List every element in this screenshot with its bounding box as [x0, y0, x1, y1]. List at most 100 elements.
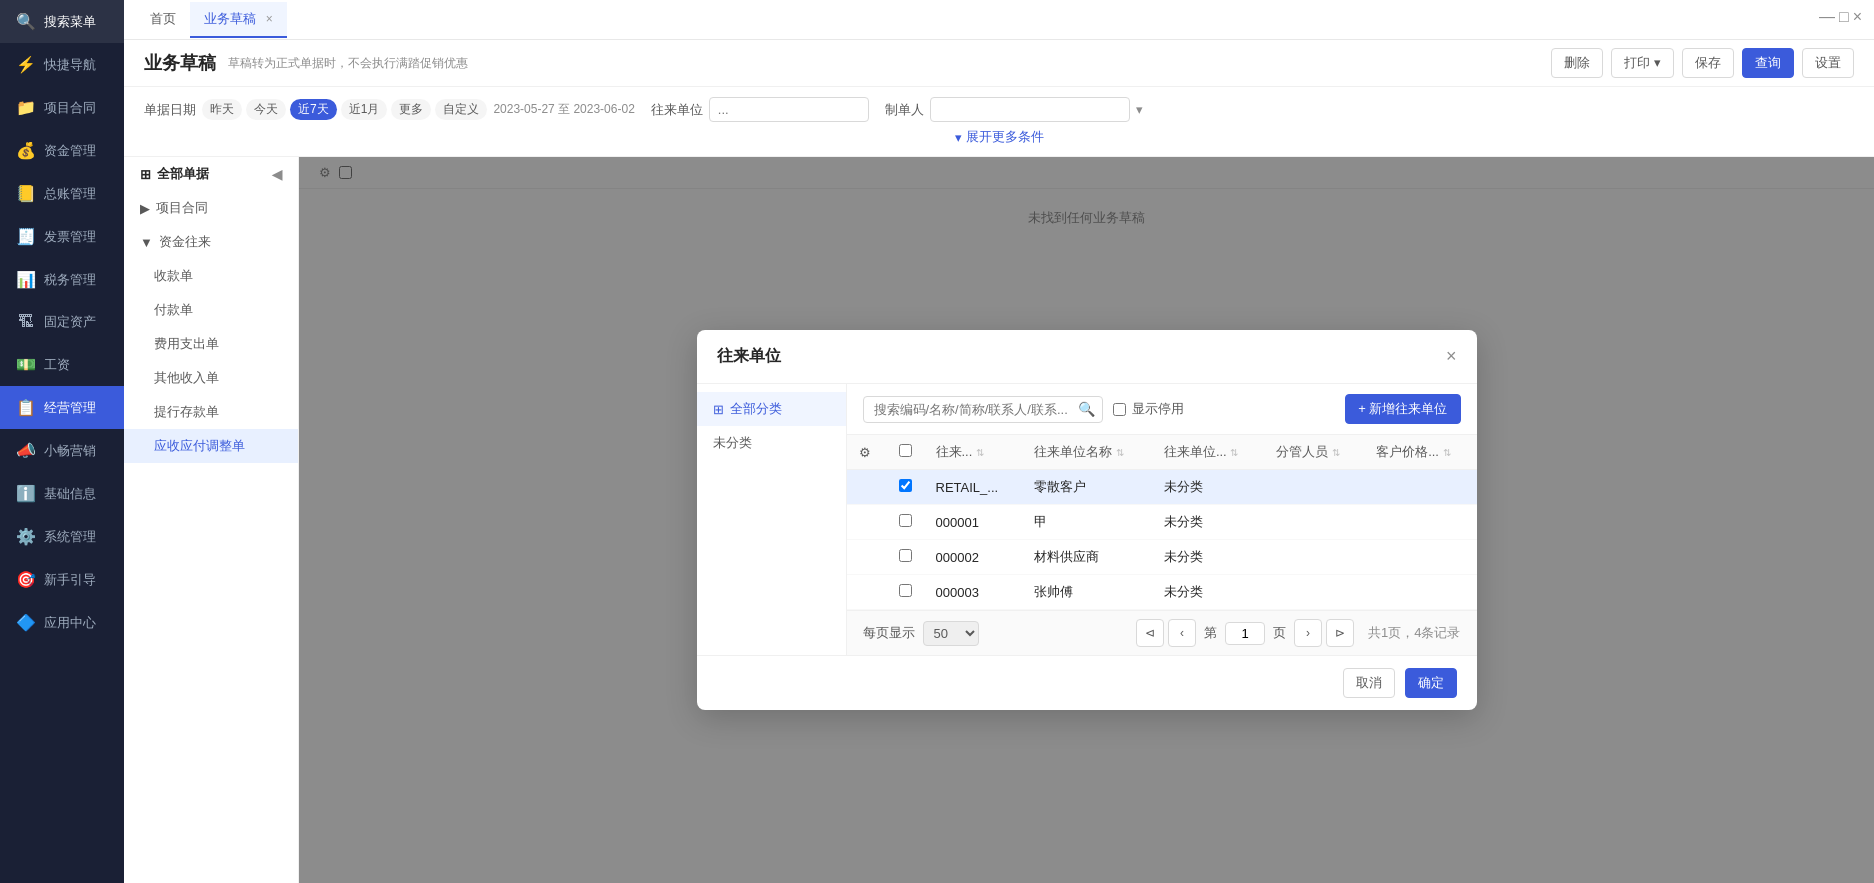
delete-button[interactable]: 删除 — [1551, 48, 1603, 78]
date-tag-1month[interactable]: 近1月 — [341, 99, 388, 120]
table-row[interactable]: 000002 材料供应商 未分类 — [847, 540, 1477, 575]
sub-sidebar-expense[interactable]: 费用支出单 — [124, 327, 298, 361]
sidebar-item-basic-info[interactable]: ℹ️ 基础信息 — [0, 472, 124, 515]
sidebar-item-salary[interactable]: 💵 工资 — [0, 343, 124, 386]
sidebar-item-search[interactable]: 🔍 搜索菜单 — [0, 0, 124, 43]
date-tag-custom[interactable]: 自定义 — [435, 99, 487, 120]
window-maximize-icon[interactable]: □ — [1839, 8, 1849, 26]
header-actions: 删除 打印 ▾ 保存 查询 设置 — [1551, 48, 1854, 78]
row-checkbox[interactable] — [899, 514, 912, 527]
sub-sidebar-bank[interactable]: 提行存款单 — [124, 395, 298, 429]
cancel-button[interactable]: 取消 — [1343, 668, 1395, 698]
sub-sidebar-receivable[interactable]: 应收应付调整单 — [124, 429, 298, 463]
row-code: 000002 — [924, 540, 1023, 575]
modal-footer: 每页显示 50 100 ⊲ ‹ 第 页 — [847, 610, 1477, 655]
date-filter: 单据日期 昨天 今天 近7天 近1月 更多 自定义 2023-05-27 至 2… — [144, 99, 635, 120]
sidebar-item-fixed-assets[interactable]: 🏗 固定资产 — [0, 301, 124, 343]
page-header: 业务草稿 草稿转为正式单据时，不会执行满踏促销优惠 删除 打印 ▾ 保存 查询 … — [124, 40, 1874, 87]
row-check-cell[interactable] — [887, 505, 924, 540]
sidebar-item-project-contract[interactable]: 📁 项目合同 — [0, 86, 124, 129]
tab-home[interactable]: 首页 — [136, 2, 190, 38]
creator-label: 制单人 — [885, 101, 924, 119]
sidebar-item-tax[interactable]: 📊 税务管理 — [0, 258, 124, 301]
company-filter: 往来单位 — [651, 97, 869, 122]
row-check-cell[interactable] — [887, 575, 924, 610]
table-row[interactable]: 000003 张帅傅 未分类 — [847, 575, 1477, 610]
sort-category-icon: ⇅ — [1230, 447, 1238, 458]
company-input[interactable] — [709, 97, 869, 122]
basic-info-icon: ℹ️ — [16, 484, 36, 503]
window-minimize-icon[interactable]: — — [1819, 8, 1835, 26]
modal-close-button[interactable]: × — [1446, 346, 1457, 367]
sub-sidebar-other-income[interactable]: 其他收入单 — [124, 361, 298, 395]
row-check-cell[interactable] — [887, 540, 924, 575]
date-filter-label: 单据日期 — [144, 101, 196, 119]
next-page-button[interactable]: › — [1294, 619, 1322, 647]
sidebar-item-fund-management[interactable]: 💰 资金管理 — [0, 129, 124, 172]
modal-title: 往来单位 — [717, 346, 781, 367]
row-price-level — [1364, 540, 1476, 575]
creator-input[interactable] — [930, 97, 1130, 122]
date-tags: 昨天 今天 近7天 近1月 更多 自定义 — [202, 99, 487, 120]
print-button[interactable]: 打印 ▾ — [1611, 48, 1674, 78]
operations-icon: 📋 — [16, 398, 36, 417]
sidebar-item-operations[interactable]: 📋 经营管理 — [0, 386, 124, 429]
last-page-button[interactable]: ⊳ — [1326, 619, 1354, 647]
row-category: 未分类 — [1152, 470, 1264, 505]
sub-sidebar-project[interactable]: ▶ 项目合同 — [124, 191, 298, 225]
sidebar-item-quick-nav[interactable]: ⚡ 快捷导航 — [0, 43, 124, 86]
confirm-button[interactable]: 确定 — [1405, 668, 1457, 698]
sidebar-item-accounts[interactable]: 📒 总账管理 — [0, 172, 124, 215]
modal-sidebar-all-categories[interactable]: ⊞ 全部分类 — [697, 392, 846, 426]
date-tag-today[interactable]: 今天 — [246, 99, 286, 120]
row-price-level — [1364, 575, 1476, 610]
row-category: 未分类 — [1152, 505, 1264, 540]
search-input[interactable] — [863, 396, 1103, 423]
sidebar-item-guide[interactable]: 🎯 新手引导 — [0, 558, 124, 601]
row-check-cell[interactable] — [887, 470, 924, 505]
main-wrap: 首页 业务草稿 × — □ × 业务草稿 草稿转为正式单据时，不会执行满踏促销优… — [124, 0, 1874, 883]
sidebar-item-xiaochang[interactable]: 📣 小畅营销 — [0, 429, 124, 472]
show-disabled-checkbox[interactable] — [1113, 403, 1126, 416]
row-icon-cell — [847, 470, 887, 505]
sub-sidebar-payments[interactable]: 付款单 — [124, 293, 298, 327]
row-checkbox[interactable] — [899, 584, 912, 597]
first-page-button[interactable]: ⊲ — [1136, 619, 1164, 647]
sub-sidebar-receipts[interactable]: 收款单 — [124, 259, 298, 293]
pagination: ⊲ ‹ 第 页 › ⊳ 共1页，4条记录 — [1136, 619, 1460, 647]
show-disabled-label[interactable]: 显示停用 — [1113, 400, 1184, 418]
row-manager — [1264, 505, 1364, 540]
add-company-button[interactable]: + 新增往来单位 — [1345, 394, 1460, 424]
date-tag-yesterday[interactable]: 昨天 — [202, 99, 242, 120]
row-icon-cell — [847, 575, 887, 610]
tab-business-draft[interactable]: 业务草稿 × — [190, 2, 287, 38]
sidebar-item-invoice[interactable]: 🧾 发票管理 — [0, 215, 124, 258]
creator-filter: 制单人 ▾ — [885, 97, 1143, 122]
table-row[interactable]: 000001 甲 未分类 — [847, 505, 1477, 540]
settings-button[interactable]: 设置 — [1802, 48, 1854, 78]
sort-code-icon: ⇅ — [976, 447, 984, 458]
sidebar-item-system[interactable]: ⚙️ 系统管理 — [0, 515, 124, 558]
window-close-icon[interactable]: × — [1853, 8, 1862, 26]
row-manager — [1264, 470, 1364, 505]
save-button[interactable]: 保存 — [1682, 48, 1734, 78]
sidebar-item-app-center[interactable]: 🔷 应用中心 — [0, 601, 124, 644]
col-header-name: 往来单位名称 ⇅ — [1022, 435, 1152, 470]
sidebar-collapse-icon[interactable]: ◀ — [272, 167, 282, 182]
page-number-input[interactable] — [1225, 622, 1265, 645]
content-body: ⊞ 全部单据 ◀ ▶ 项目合同 ▼ 资金往来 收款单 付款单 费用支出单 其他收… — [124, 157, 1874, 883]
row-checkbox[interactable] — [899, 479, 912, 492]
sub-sidebar-fund[interactable]: ▼ 资金往来 — [124, 225, 298, 259]
tab-close-icon[interactable]: × — [266, 12, 273, 26]
table-row[interactable]: RETAIL_... 零散客户 未分类 — [847, 470, 1477, 505]
modal-sidebar-uncategorized[interactable]: 未分类 — [697, 426, 846, 460]
total-info: 共1页，4条记录 — [1368, 624, 1460, 642]
table-select-all[interactable] — [899, 444, 912, 457]
date-tag-7days[interactable]: 近7天 — [290, 99, 337, 120]
query-button[interactable]: 查询 — [1742, 48, 1794, 78]
prev-page-button[interactable]: ‹ — [1168, 619, 1196, 647]
row-checkbox[interactable] — [899, 549, 912, 562]
page-size-select[interactable]: 50 100 — [923, 621, 979, 646]
expand-conditions-button[interactable]: ▾ 展开更多条件 — [955, 128, 1044, 146]
date-tag-more[interactable]: 更多 — [391, 99, 431, 120]
